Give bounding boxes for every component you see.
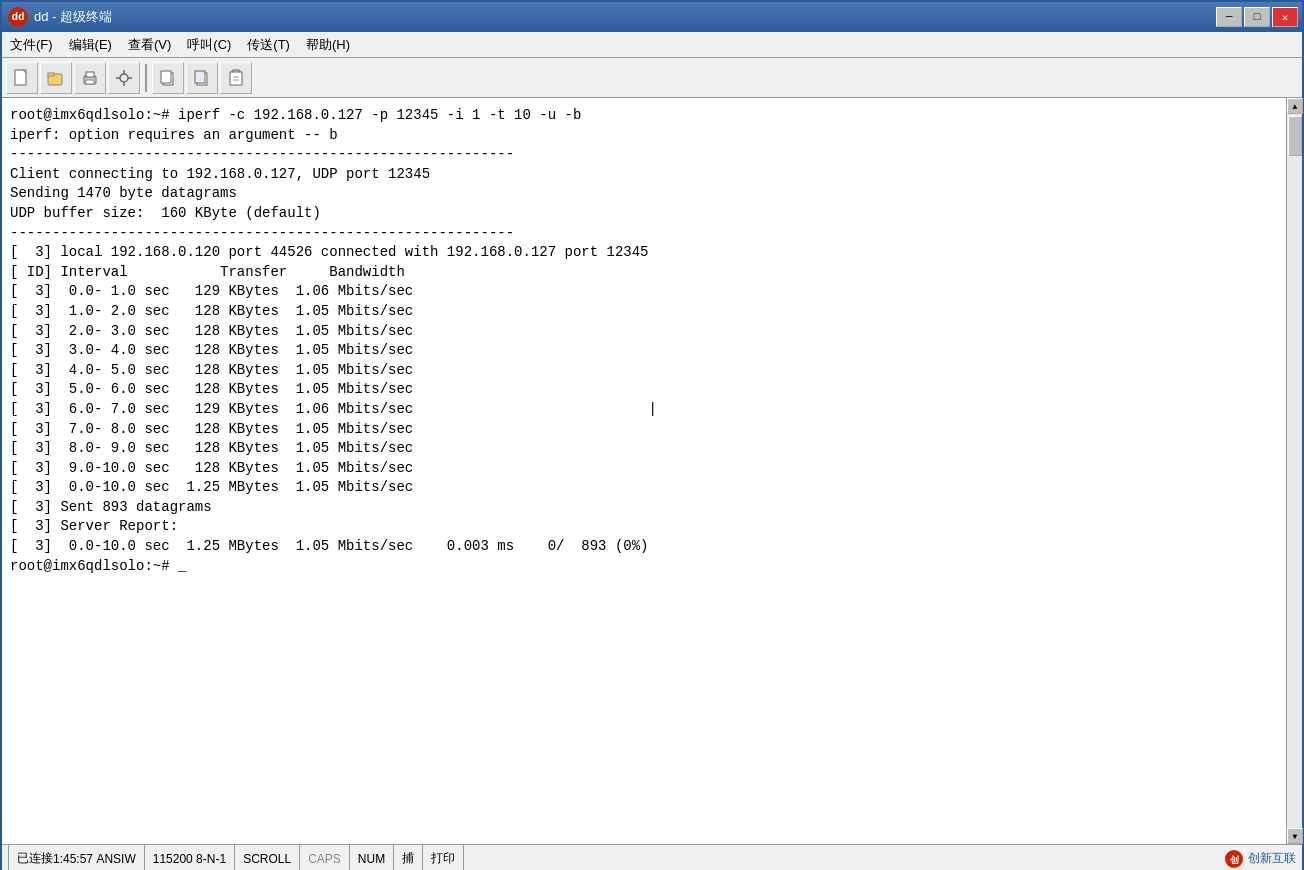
status-num: NUM bbox=[350, 845, 394, 870]
status-encoding: ANSIW bbox=[96, 852, 135, 866]
toolbar-copy2-btn[interactable] bbox=[186, 62, 218, 94]
svg-rect-2 bbox=[48, 73, 54, 76]
status-connected-text: 已连接 bbox=[17, 850, 53, 867]
toolbar bbox=[2, 58, 1302, 98]
status-baudrate: 115200 8-N-1 bbox=[145, 845, 235, 870]
menu-help[interactable]: 帮助(H) bbox=[298, 34, 358, 56]
brand-logo: 创 创新互联 bbox=[1224, 849, 1296, 869]
svg-rect-5 bbox=[86, 80, 94, 84]
svg-rect-4 bbox=[86, 72, 94, 77]
status-scroll: SCROLL bbox=[235, 845, 300, 870]
scroll-track[interactable] bbox=[1287, 114, 1302, 828]
maximize-button[interactable]: □ bbox=[1244, 7, 1270, 27]
toolbar-copy-btn[interactable] bbox=[152, 62, 184, 94]
svg-rect-12 bbox=[161, 71, 171, 83]
title-bar-left: dd dd - 超级终端 bbox=[8, 7, 112, 27]
close-button[interactable]: ✕ bbox=[1272, 7, 1298, 27]
status-caps: CAPS bbox=[300, 845, 350, 870]
app-icon-text: dd bbox=[11, 11, 24, 23]
svg-rect-0 bbox=[15, 70, 26, 85]
scroll-up-button[interactable]: ▲ bbox=[1287, 98, 1303, 114]
menu-bar: 文件(F) 编辑(E) 查看(V) 呼叫(C) 传送(T) 帮助(H) bbox=[2, 32, 1302, 58]
status-connection: 已连接 1:45:57 ANSIW bbox=[8, 845, 145, 870]
title-bar-controls: ─ □ ✕ bbox=[1216, 7, 1298, 27]
brand-icon: 创 bbox=[1224, 849, 1244, 869]
scroll-down-button[interactable]: ▼ bbox=[1287, 828, 1303, 844]
main-area: root@imx6qdlsolo:~# iperf -c 192.168.0.1… bbox=[2, 98, 1302, 844]
svg-rect-16 bbox=[230, 72, 242, 85]
vertical-scrollbar[interactable]: ▲ ▼ bbox=[1286, 98, 1302, 844]
brand-text: 创新互联 bbox=[1248, 850, 1296, 867]
svg-text:创: 创 bbox=[1229, 855, 1239, 865]
status-capture: 捕 bbox=[394, 845, 423, 870]
toolbar-open-btn[interactable] bbox=[40, 62, 72, 94]
svg-rect-14 bbox=[195, 71, 205, 83]
status-brand: 创 创新互联 bbox=[1224, 849, 1296, 869]
status-print: 打印 bbox=[423, 845, 464, 870]
app-icon: dd bbox=[8, 7, 28, 27]
title-bar: dd dd - 超级终端 ─ □ ✕ bbox=[2, 2, 1302, 32]
menu-view[interactable]: 查看(V) bbox=[120, 34, 179, 56]
toolbar-separator-1 bbox=[145, 64, 147, 92]
toolbar-paste-btn[interactable] bbox=[220, 62, 252, 94]
menu-edit[interactable]: 编辑(E) bbox=[61, 34, 120, 56]
toolbar-print-btn[interactable] bbox=[74, 62, 106, 94]
svg-point-6 bbox=[120, 74, 128, 82]
scroll-thumb[interactable] bbox=[1288, 116, 1302, 156]
status-time: 1:45:57 bbox=[53, 852, 93, 866]
minimize-button[interactable]: ─ bbox=[1216, 7, 1242, 27]
menu-file[interactable]: 文件(F) bbox=[2, 34, 61, 56]
menu-call[interactable]: 呼叫(C) bbox=[179, 34, 239, 56]
status-bar: 已连接 1:45:57 ANSIW 115200 8-N-1 SCROLL CA… bbox=[2, 844, 1302, 870]
window-title: dd - 超级终端 bbox=[34, 8, 112, 26]
terminal-output[interactable]: root@imx6qdlsolo:~# iperf -c 192.168.0.1… bbox=[2, 98, 1286, 844]
toolbar-new-btn[interactable] bbox=[6, 62, 38, 94]
menu-transfer[interactable]: 传送(T) bbox=[239, 34, 298, 56]
main-window: dd dd - 超级终端 ─ □ ✕ 文件(F) 编辑(E) 查看(V) 呼叫(… bbox=[0, 0, 1304, 870]
toolbar-properties-btn[interactable] bbox=[108, 62, 140, 94]
terminal-text: root@imx6qdlsolo:~# iperf -c 192.168.0.1… bbox=[10, 106, 1278, 576]
